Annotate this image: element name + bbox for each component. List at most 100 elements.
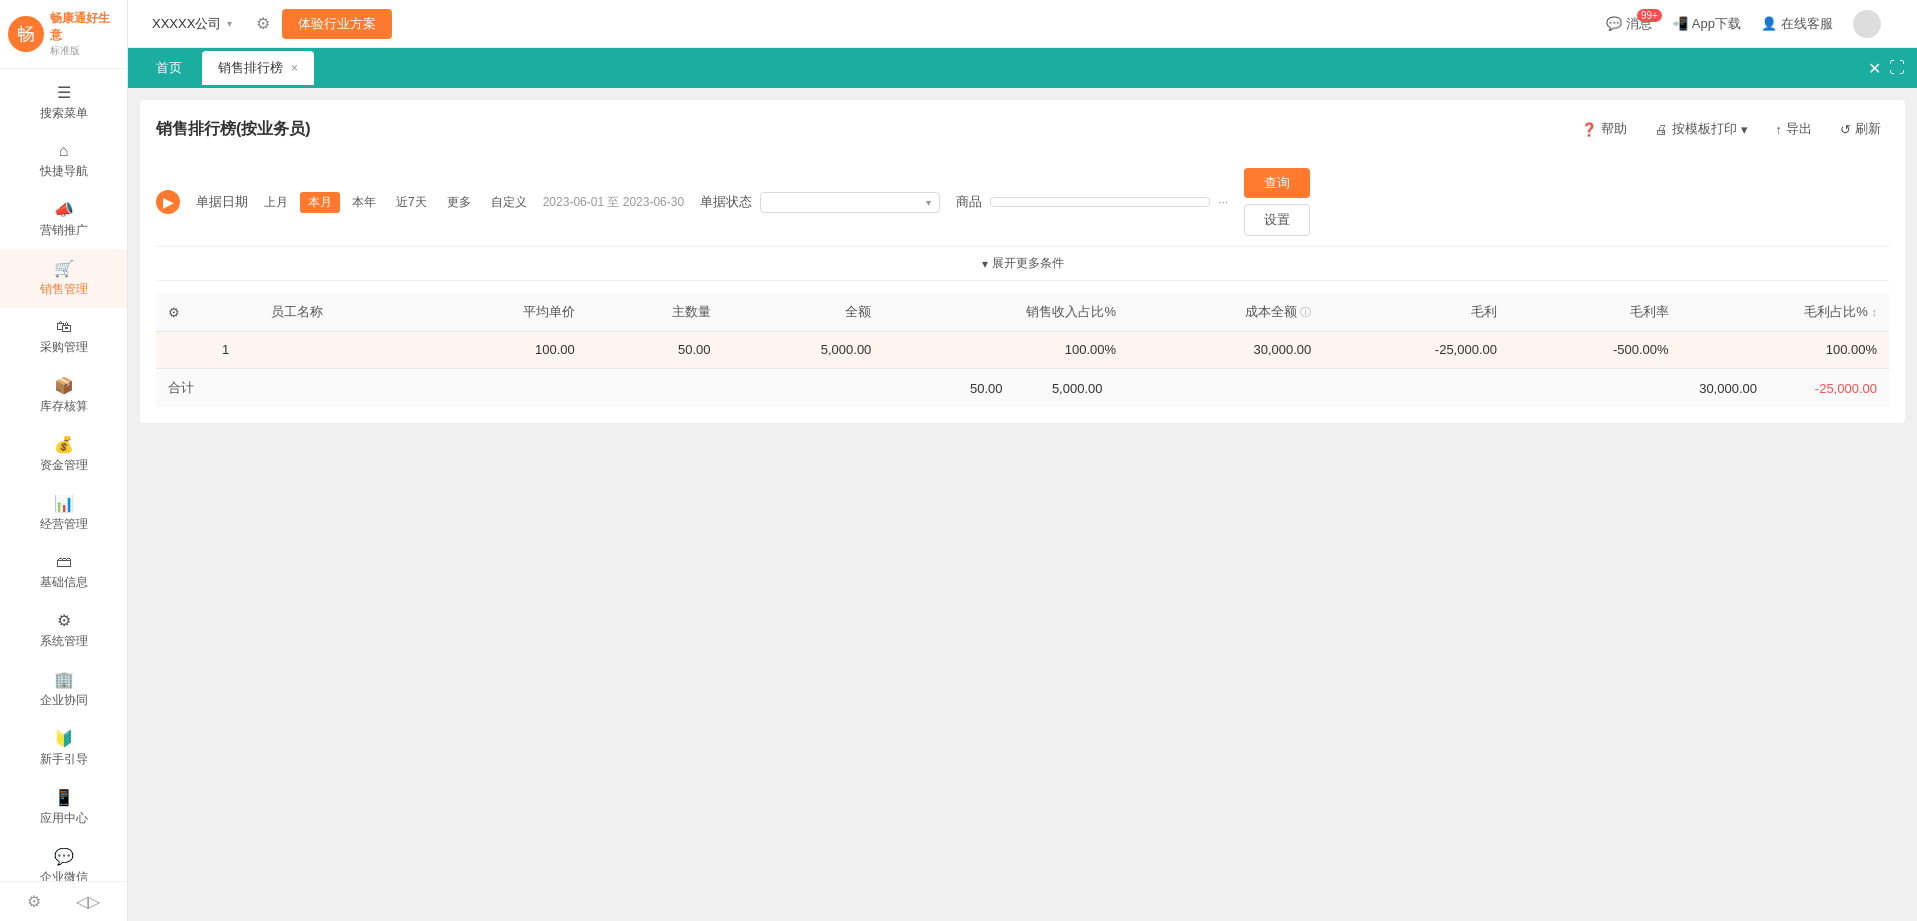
export-label: 导出 [1786, 120, 1812, 138]
sidebar-item-label: 资金管理 [40, 457, 88, 474]
tab-close-icon[interactable]: × [291, 61, 298, 75]
tab-close-btn[interactable]: ✕ [1868, 59, 1881, 78]
date-filter-tabs: 上月 本月 本年 近7天 更多 自定义 [256, 192, 535, 213]
expand-icon: ▾ [982, 257, 988, 271]
logo-icon: 畅 [8, 16, 44, 52]
tab-bar: 首页 销售排行榜 × ✕ ⛶ [128, 48, 1917, 88]
date-filter-group: 单据日期 上月 本月 本年 近7天 更多 自定义 2023-06-01 至 20… [196, 192, 684, 213]
goods-filter-label: 商品 [956, 193, 982, 211]
experience-button[interactable]: 体验行业方案 [282, 9, 392, 39]
date-filter-label: 单据日期 [196, 193, 248, 211]
settings-button[interactable]: 设置 [1244, 204, 1310, 236]
export-button[interactable]: ↑ 导出 [1768, 116, 1821, 142]
expand-filters-button[interactable]: ▾ 展开更多条件 [982, 255, 1064, 272]
th-gross: 毛利 [1323, 293, 1509, 332]
sidebar-item-label: 企业协同 [40, 692, 88, 709]
sidebar-item-inventory[interactable]: 📦 库存核算 [0, 366, 127, 425]
tab-expand-btn[interactable]: ⛶ [1889, 59, 1905, 77]
settings-bottom-icon[interactable]: ⚙ [27, 892, 41, 911]
top-header: XXXXX公司 ▾ ⚙ 体验行业方案 💬 消息 99+ 📲 App下载 👤 在线… [128, 0, 1917, 48]
sidebar-item-system[interactable]: ⚙ 系统管理 [0, 601, 127, 660]
tab-sales-ranking[interactable]: 销售排行榜 × [202, 51, 314, 85]
table-footer: 合计 50.00 5,000.00 30,000.00 -25,000.00 [156, 368, 1889, 407]
help-label: 帮助 [1601, 120, 1627, 138]
sidebar-item-basics[interactable]: 🗃 基础信息 [0, 543, 127, 601]
custom-date-tab[interactable]: 自定义 [483, 192, 535, 213]
td-gross-rate: -500.00% [1509, 332, 1681, 368]
sidebar-item-operations[interactable]: 📊 经营管理 [0, 484, 127, 543]
sidebar-item-purchase[interactable]: 🛍 采购管理 [0, 308, 127, 366]
this-year-tab[interactable]: 本年 [344, 192, 384, 213]
tab-sales-ranking-label: 销售排行榜 [218, 59, 283, 77]
last-month-tab[interactable]: 上月 [256, 192, 296, 213]
sidebar-item-quicknav[interactable]: ⌂ 快捷导航 [0, 132, 127, 190]
filter-more-label[interactable]: ··· [1218, 195, 1228, 209]
sidebar-item-search[interactable]: ☰ 搜索菜单 [0, 73, 127, 132]
message-icon: 💬 [1606, 16, 1622, 31]
sidebar-footer: ⚙ ◁▷ [0, 881, 127, 921]
refresh-button[interactable]: ↺ 刷新 [1832, 116, 1889, 142]
help-icon: ❓ [1581, 122, 1597, 137]
brand-version: 标准版 [50, 44, 119, 58]
brand-name: 畅康通好生意 [50, 10, 119, 44]
page-title-row: 销售排行榜(按业务员) ❓ 帮助 🖨 按模板打印 ▾ ↑ 导出 [156, 116, 1889, 142]
sidebar-logo[interactable]: 畅 畅康通好生意 标准版 [0, 0, 127, 69]
sidebar-item-sales[interactable]: 🛒 销售管理 [0, 249, 127, 308]
status-filter-group: 单据状态 ▾ [700, 192, 940, 213]
sidebar-item-label: 系统管理 [40, 633, 88, 650]
this-month-tab[interactable]: 本月 [300, 192, 340, 213]
refresh-icon: ↺ [1840, 122, 1851, 137]
company-selector[interactable]: XXXXX公司 ▾ [144, 11, 240, 37]
th-employee-name: 员工名称 [259, 293, 423, 332]
search-orders-icon: ☰ [57, 83, 71, 102]
template-print-button[interactable]: 🖨 按模板打印 ▾ [1647, 116, 1756, 142]
sidebar-item-marketing[interactable]: 📣 营销推广 [0, 190, 127, 249]
sidebar-item-guide[interactable]: 🔰 新手引导 [0, 719, 127, 778]
td-settings [156, 332, 192, 368]
more-date-tab[interactable]: 更多 [439, 192, 479, 213]
home-icon: ⌂ [59, 142, 69, 160]
table-row: 1 100.00 50.00 5,000.00 100.00% 30,000.0… [156, 332, 1889, 368]
th-gross-rate: 毛利率 [1509, 293, 1681, 332]
online-service-item[interactable]: 👤 在线客服 [1761, 15, 1833, 33]
help-button[interactable]: ❓ 帮助 [1573, 116, 1635, 142]
table-header-row: ⚙ 员工名称 平均单价 主数量 全额 销售收入占比% 成本全额 ⓘ 毛利 毛利率… [156, 293, 1889, 332]
sidebar-item-enterprise[interactable]: 🏢 企业协同 [0, 660, 127, 719]
appcenter-icon: 📱 [54, 788, 74, 807]
messages-item[interactable]: 💬 消息 99+ [1606, 15, 1652, 33]
sidebar-item-label: 企业微信 [40, 869, 88, 881]
last-7-days-tab[interactable]: 近7天 [388, 192, 435, 213]
company-settings-icon[interactable]: ⚙ [256, 14, 270, 33]
main-area: XXXXX公司 ▾ ⚙ 体验行业方案 💬 消息 99+ 📲 App下载 👤 在线… [128, 0, 1917, 921]
finance-icon: 💰 [54, 435, 74, 454]
megaphone-icon: 📣 [54, 200, 74, 219]
status-chevron-icon: ▾ [926, 197, 931, 208]
collapse-icon[interactable]: ◁▷ [76, 892, 100, 911]
sidebar-item-finance[interactable]: 💰 资金管理 [0, 425, 127, 484]
refresh-label: 刷新 [1855, 120, 1881, 138]
sidebar: 畅 畅康通好生意 标准版 ☰ 搜索菜单 ⌂ 快捷导航 📣 营销推广 🛒 销售管理… [0, 0, 128, 921]
goods-input[interactable] [990, 197, 1210, 207]
th-settings[interactable]: ⚙ [156, 293, 192, 332]
goods-filter-group: 商品 ··· [956, 193, 1228, 211]
page-content: 销售排行榜(按业务员) ❓ 帮助 🖨 按模板打印 ▾ ↑ 导出 [128, 88, 1917, 921]
status-select[interactable]: ▾ [760, 192, 940, 213]
sidebar-item-label: 基础信息 [40, 574, 88, 591]
app-download-item[interactable]: 📲 App下载 [1672, 15, 1741, 33]
footer-quantity: 50.00 [923, 381, 1003, 396]
filter-arrow-button[interactable]: ▶ [156, 190, 180, 214]
online-service-label: 在线客服 [1781, 15, 1833, 33]
sidebar-item-label: 应用中心 [40, 810, 88, 827]
sidebar-item-appcenter[interactable]: 📱 应用中心 [0, 778, 127, 837]
filter-row: ▶ 单据日期 上月 本月 本年 近7天 更多 自定义 2023-06-01 至 … [156, 158, 1889, 247]
query-button[interactable]: 查询 [1244, 168, 1310, 198]
purchase-icon: 🛍 [56, 318, 72, 336]
footer-cost: 30,000.00 [1657, 381, 1757, 396]
avatar[interactable] [1853, 10, 1881, 38]
footer-label: 合计 [168, 379, 248, 397]
th-total: 全额 [723, 293, 884, 332]
sidebar-item-wechat[interactable]: 💬 企业微信 [0, 837, 127, 881]
footer-gross: -25,000.00 [1757, 381, 1877, 396]
sidebar-item-label: 销售管理 [40, 281, 88, 298]
tab-home[interactable]: 首页 [140, 51, 198, 85]
